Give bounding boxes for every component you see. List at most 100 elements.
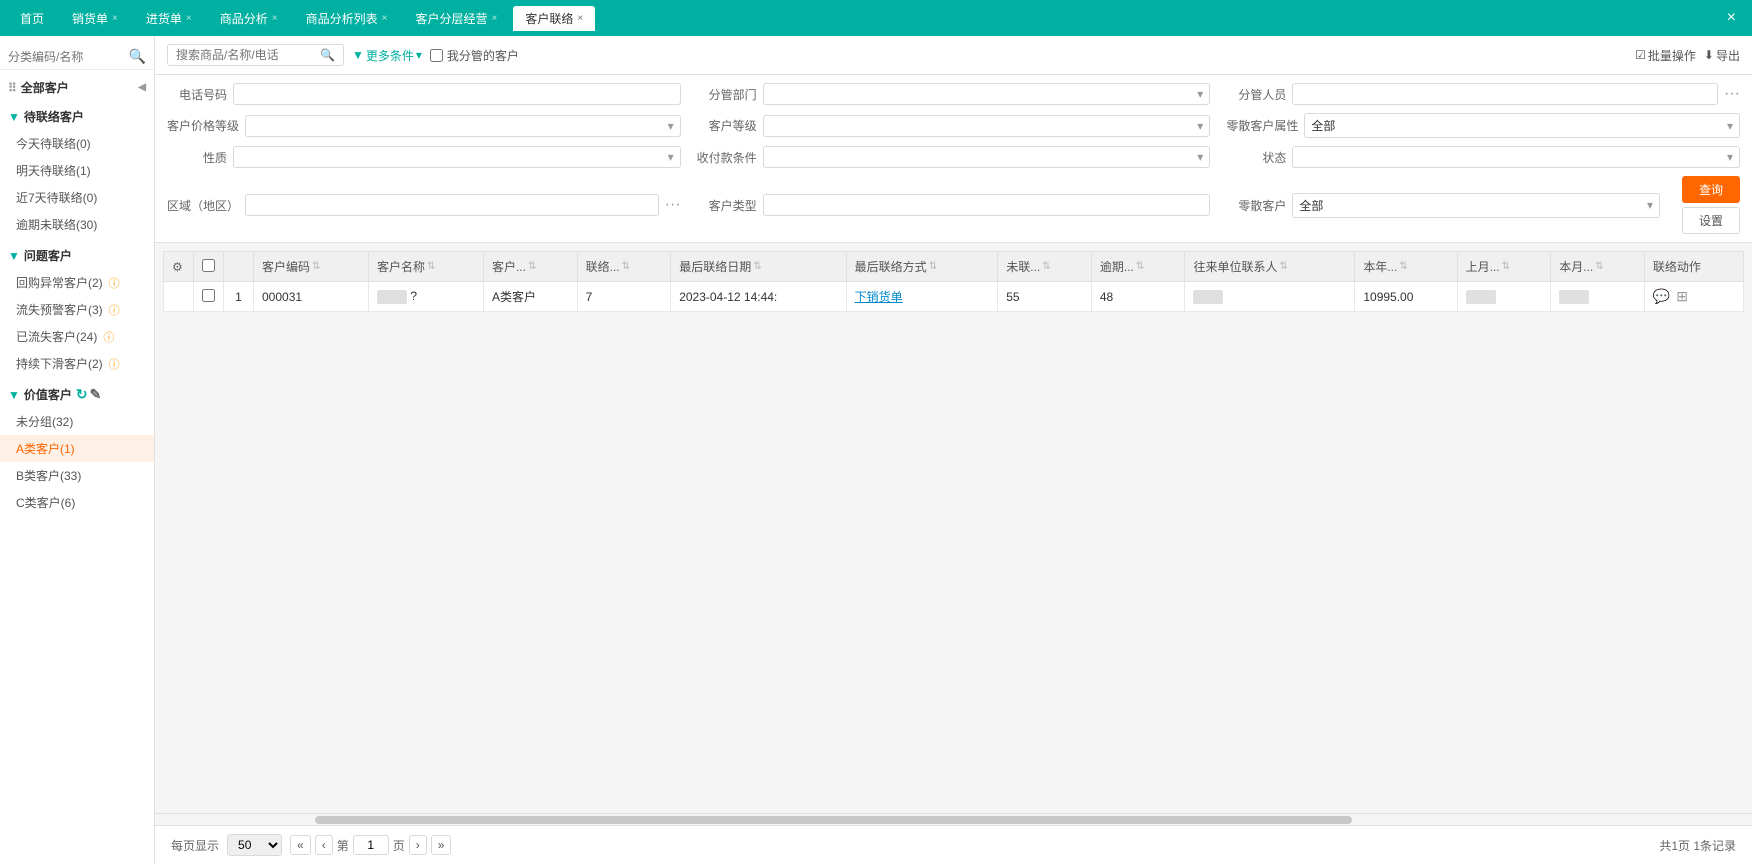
pending-contact-header[interactable]: ▼ 待联络客户 [0,103,154,130]
edit-icon[interactable]: ✎ [90,386,102,403]
tab-product-analysis-list[interactable]: 商品分析列表 × [294,6,400,31]
th-contact-person[interactable]: 往来单位联系人 ⇅ [1185,252,1355,282]
td-checkbox[interactable] [194,282,224,312]
tab-customer-tier[interactable]: 客户分层经营 × [403,6,509,31]
customer-type-input[interactable] [763,194,1211,216]
manager-dots-icon[interactable]: ··· [1724,86,1740,102]
region-dots-icon[interactable]: ··· [665,197,681,213]
chevron-down-icon: ▾ [416,48,422,62]
price-level-select[interactable]: ▾ [245,115,681,137]
export-button[interactable]: ⬇ 导出 [1704,47,1740,64]
main-search-input[interactable] [176,48,316,62]
sidebar-item-a-class[interactable]: A类客户(1) [0,435,154,462]
last-page-button[interactable]: » [431,835,452,855]
th-overdue[interactable]: 逾期... ⇅ [1091,252,1185,282]
sidebar-item-declining[interactable]: 持续下滑客户(2) ⓘ [0,350,154,377]
my-customers-checkbox-label[interactable]: 我分管的客户 [430,47,519,64]
filter-price-level: 客户价格等级 ▾ [167,113,681,138]
th-settings[interactable]: ⚙ [164,252,194,282]
problem-customers-header[interactable]: ▼ 问题客户 [0,242,154,269]
grid-action-icon[interactable]: ⊞ [1676,288,1688,305]
settings-button[interactable]: 设置 [1682,207,1740,234]
first-page-button[interactable]: « [290,835,311,855]
horizontal-scrollbar[interactable] [155,813,1752,825]
retail-attr-arrow: ▾ [1727,119,1733,133]
tab-purchase[interactable]: 进货单 × [134,6,204,31]
tab-product-analysis[interactable]: 商品分析 × [208,6,290,31]
chat-icon[interactable]: 💬 [1653,288,1670,305]
th-last-method[interactable]: 最后联络方式 ⇅ [846,252,998,282]
value-customers-header[interactable]: ▼ 价值客户 ↻ ✎ [0,381,154,408]
sidebar-search-icon[interactable]: 🔍 [129,48,146,65]
close-customer-tier-tab[interactable]: × [491,13,497,24]
tab-sales[interactable]: 销货单 × [60,6,130,31]
row-checkbox[interactable] [202,289,215,302]
main-search-icon[interactable]: 🔍 [320,48,335,62]
th-name[interactable]: 客户名称 ⇅ [368,252,483,282]
manager-input[interactable] [1292,83,1718,105]
retail-attr-select[interactable]: 全部▾ [1304,113,1740,138]
th-checkbox[interactable] [194,252,224,282]
payment-select[interactable]: ▾ [763,146,1211,168]
next-page-button[interactable]: › [409,835,427,855]
customer-level-select[interactable]: ▾ [763,115,1211,137]
sidebar-item-overdue[interactable]: 逾期未联络(30) [0,211,154,238]
this-month-placeholder [1559,290,1589,304]
sidebar-item-churned[interactable]: 已流失客户(24) ⓘ [0,323,154,350]
per-page-select[interactable]: 50 100 200 [227,834,282,856]
sort-this-year-icon: ⇅ [1399,261,1407,272]
region-input[interactable] [245,194,659,216]
close-purchase-tab[interactable]: × [186,13,192,24]
th-type[interactable]: 客户... ⇅ [483,252,577,282]
sidebar-item-7days[interactable]: 近7天待联络(0) [0,184,154,211]
th-this-month[interactable]: 本月... ⇅ [1551,252,1645,282]
sidebar-item-unclassified[interactable]: 未分组(32) [0,408,154,435]
td-overdue: 48 [1091,282,1185,312]
th-contact[interactable]: 联络... ⇅ [577,252,671,282]
select-all-checkbox[interactable] [202,259,215,272]
scrollbar-thumb[interactable] [315,816,1352,824]
sidebar-all-customers[interactable]: ⠿ 全部客户 ◀ [0,74,154,101]
retail-customer-select[interactable]: 全部▾ [1292,193,1660,218]
region-label: 区域（地区） [167,197,239,214]
dept-select[interactable]: ▾ [763,83,1211,105]
my-customers-checkbox[interactable] [430,49,443,62]
phone-input[interactable] [233,83,681,105]
close-product-analysis-tab[interactable]: × [272,13,278,24]
th-last-month[interactable]: 上月... ⇅ [1457,252,1551,282]
nature-select[interactable]: ▾ [233,146,681,168]
tab-customer-contact[interactable]: 客户联络 × [513,6,595,31]
sidebar-item-today[interactable]: 今天待联络(0) [0,130,154,157]
page-number-input[interactable] [353,835,389,855]
filter-dept: 分管部门 ▾ [697,83,1211,105]
close-customer-contact-tab[interactable]: × [577,13,583,24]
query-button[interactable]: 查询 [1682,176,1740,203]
sidebar-item-tomorrow[interactable]: 明天待联络(1) [0,157,154,184]
more-filters-button[interactable]: ▼ 更多条件 ▾ [352,47,422,64]
settings-gear-icon[interactable]: ⚙ [172,260,183,274]
th-no-contact[interactable]: 未联... ⇅ [998,252,1092,282]
status-label: 状态 [1226,149,1286,166]
batch-op-button[interactable]: ☑ 批量操作 [1635,47,1696,64]
td-last-method[interactable]: 下销货单 [846,282,998,312]
close-product-analysis-list-tab[interactable]: × [382,13,388,24]
window-close-button[interactable]: × [1719,9,1744,27]
sidebar-item-c-class[interactable]: C类客户(6) [0,489,154,516]
prev-page-button[interactable]: ‹ [315,835,333,855]
retail-customer-label: 零散客户 [1226,197,1286,214]
close-sales-tab[interactable]: × [112,13,118,24]
last-method-link[interactable]: 下销货单 [855,290,903,304]
th-this-year[interactable]: 本年... ⇅ [1355,252,1457,282]
top-navigation: 首页 销货单 × 进货单 × 商品分析 × 商品分析列表 × 客户分层经营 × … [0,0,1752,36]
sidebar-item-churn-warning[interactable]: 流失预警客户(3) ⓘ [0,296,154,323]
tab-home[interactable]: 首页 [8,6,56,31]
th-code[interactable]: 客户编码 ⇅ [254,252,369,282]
sidebar-search-input[interactable] [8,50,129,64]
refresh-icon[interactable]: ↻ [76,386,88,403]
sidebar-item-b-class[interactable]: B类客户(33) [0,462,154,489]
th-last-date[interactable]: 最后联络日期 ⇅ [671,252,846,282]
sidebar-item-repurchase-anomaly[interactable]: 回购异常客户(2) ⓘ [0,269,154,296]
payment-arrow: ▾ [1197,150,1203,164]
status-select[interactable]: ▾ [1292,146,1740,168]
td-this-month [1551,282,1645,312]
